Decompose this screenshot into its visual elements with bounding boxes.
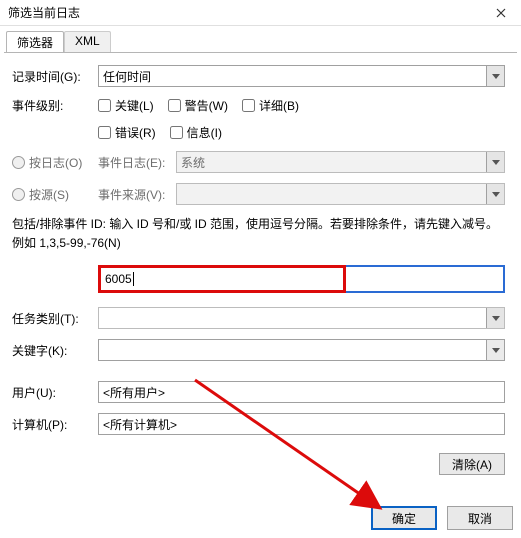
tab-xml[interactable]: XML (64, 31, 111, 53)
computer-input[interactable]: <所有计算机> (98, 413, 505, 435)
event-source-label: 事件来源(V): (98, 186, 176, 203)
computer-value: <所有计算机> (103, 416, 177, 433)
check-info[interactable]: 信息(I) (170, 124, 222, 141)
event-id-value: 6005 (105, 272, 132, 286)
task-category-label: 任务类别(T): (12, 310, 98, 327)
radio-icon (12, 156, 25, 169)
check-critical[interactable]: 关键(L) (98, 97, 154, 114)
level-label: 事件级别: (12, 97, 98, 114)
cancel-button[interactable]: 取消 (447, 506, 513, 530)
chevron-down-icon (486, 66, 504, 86)
close-icon (496, 8, 506, 18)
chevron-down-icon (486, 340, 504, 360)
logged-label: 记录时间(G): (12, 68, 98, 85)
user-label: 用户(U): (12, 384, 98, 401)
chevron-down-icon (486, 184, 504, 204)
event-id-input[interactable]: 6005 (98, 265, 346, 293)
computer-label: 计算机(P): (12, 416, 98, 433)
chevron-down-icon (486, 308, 504, 328)
logged-dropdown[interactable]: 任何时间 (98, 65, 505, 87)
radio-by-source: 按源(S) (12, 186, 98, 203)
close-button[interactable] (481, 0, 521, 26)
text-caret (133, 272, 134, 286)
window-title: 筛选当前日志 (8, 4, 80, 21)
ok-button[interactable]: 确定 (371, 506, 437, 530)
check-error[interactable]: 错误(R) (98, 124, 156, 141)
event-id-highlight (346, 265, 505, 293)
event-log-dropdown: 系统 (176, 151, 505, 173)
logged-value: 任何时间 (103, 68, 151, 85)
user-value: <所有用户> (103, 384, 165, 401)
radio-icon (12, 188, 25, 201)
clear-button[interactable]: 清除(A) (439, 453, 505, 475)
event-log-label: 事件日志(E): (98, 154, 176, 171)
keywords-label: 关键字(K): (12, 342, 98, 359)
id-note: 包括/排除事件 ID: 输入 ID 号和/或 ID 范围，使用逗号分隔。若要排除… (12, 215, 505, 253)
tab-filter[interactable]: 筛选器 (6, 31, 64, 53)
keywords-dropdown[interactable] (98, 339, 505, 361)
event-source-dropdown (176, 183, 505, 205)
user-input[interactable]: <所有用户> (98, 381, 505, 403)
check-verbose[interactable]: 详细(B) (242, 97, 299, 114)
radio-by-log: 按日志(O) (12, 154, 98, 171)
task-category-dropdown[interactable] (98, 307, 505, 329)
event-log-value: 系统 (181, 154, 205, 171)
check-warning[interactable]: 警告(W) (168, 97, 228, 114)
chevron-down-icon (486, 152, 504, 172)
